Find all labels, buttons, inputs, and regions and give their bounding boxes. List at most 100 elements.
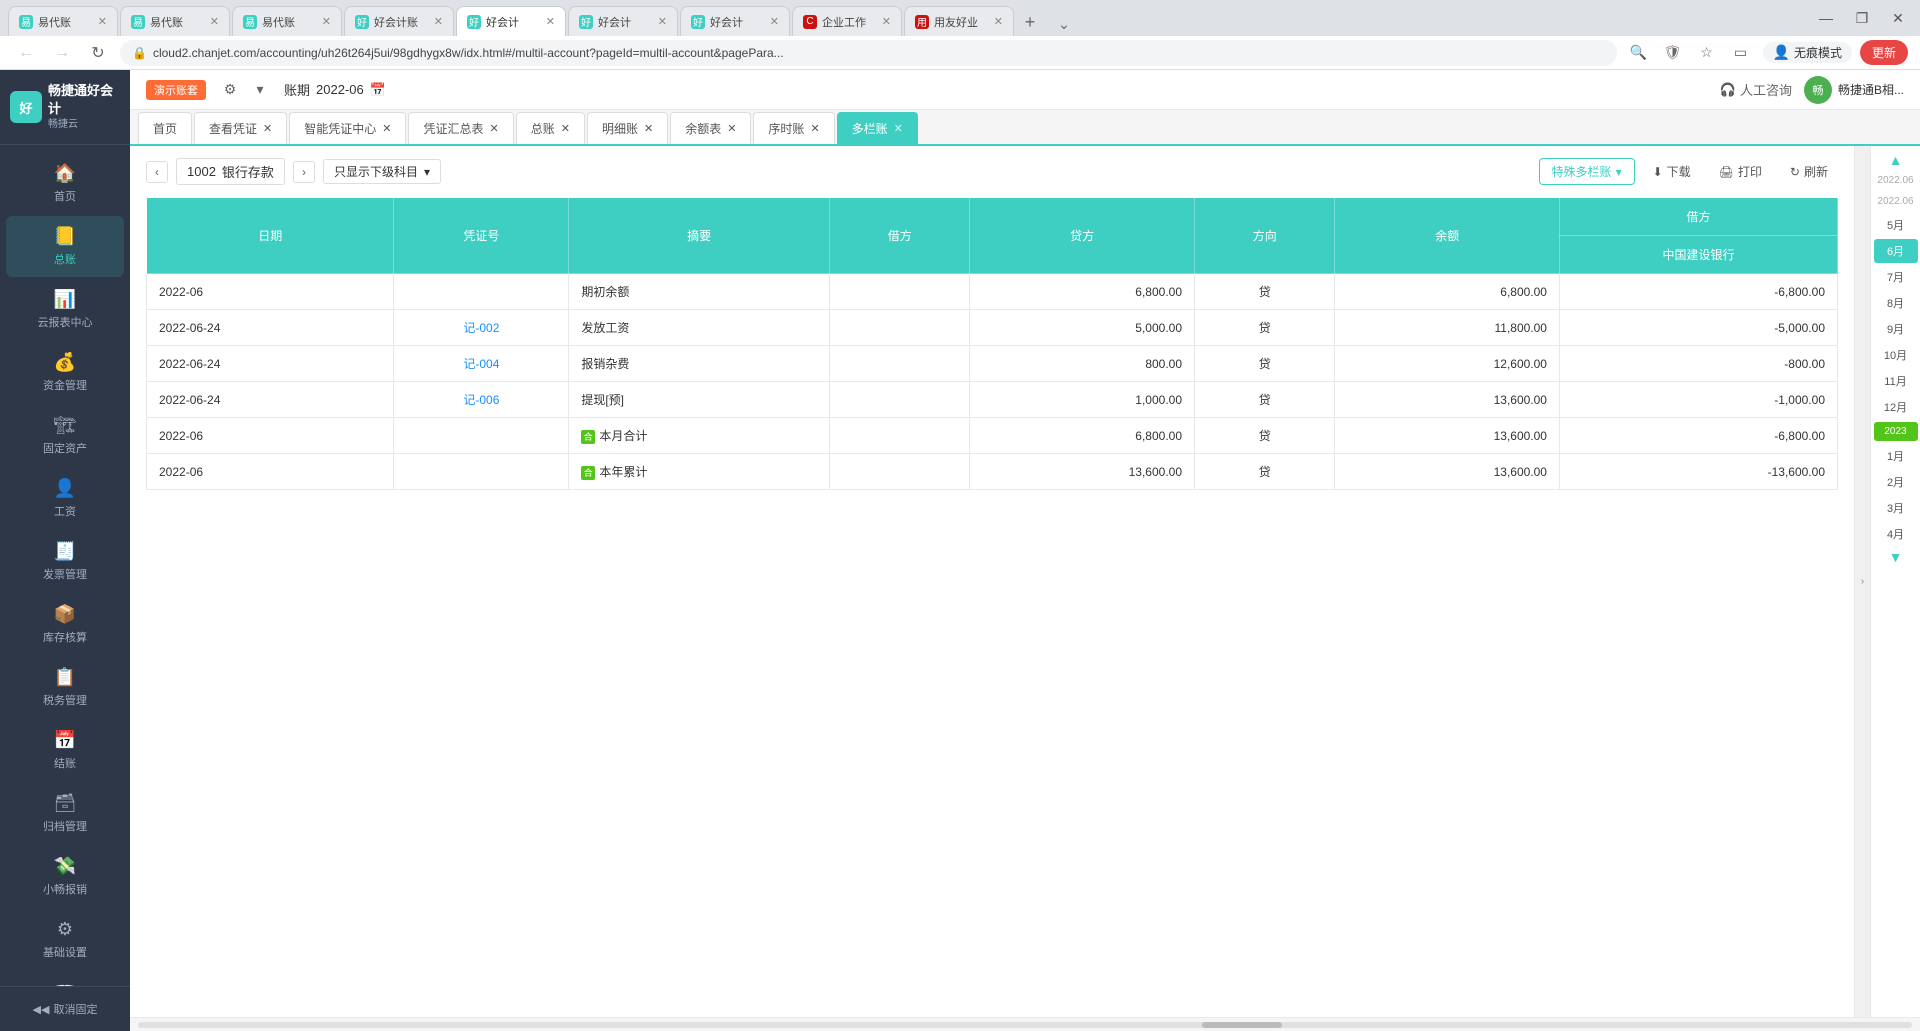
rs-item-july[interactable]: 7月 <box>1874 265 1918 289</box>
close-button[interactable]: ✕ <box>1884 4 1912 32</box>
rs-scroll-up[interactable]: ▲ <box>1880 150 1912 170</box>
settings-topbar-icon[interactable]: ⚙ <box>218 78 242 102</box>
sidebar-item-settings[interactable]: ⚙ 基础设置 <box>6 909 124 970</box>
star-icon[interactable]: ☆ <box>1693 39 1721 67</box>
tab-list-button[interactable]: ⌄ <box>1052 12 1076 36</box>
sidebar-item-invoice[interactable]: 🧾 发票管理 <box>6 531 124 592</box>
browser-tab-1[interactable]: 易 易代账 ✕ <box>8 6 118 36</box>
rs-item-sep[interactable]: 9月 <box>1874 317 1918 341</box>
tab-close-1[interactable]: ✕ <box>98 15 107 28</box>
tab-general-ledger[interactable]: 总账 ✕ <box>516 112 585 144</box>
update-button[interactable]: 更新 <box>1860 40 1908 65</box>
sidebar-panel-icon[interactable]: ▭ <box>1727 39 1755 67</box>
sidebar-item-tax[interactable]: 📋 税务管理 <box>6 657 124 718</box>
sidebar-item-home[interactable]: 🏠 首页 <box>6 153 124 214</box>
account-next-button[interactable]: › <box>293 161 315 183</box>
refresh-nav-button[interactable]: ↻ <box>84 39 112 67</box>
rs-item-nov[interactable]: 11月 <box>1874 369 1918 393</box>
voucher-link[interactable]: 记-004 <box>463 357 499 371</box>
new-tab-button[interactable]: + <box>1016 8 1044 36</box>
rs-item-june[interactable]: 6月 <box>1874 239 1918 263</box>
tab-journal[interactable]: 序时账 ✕ <box>753 112 834 144</box>
rs-item-mar[interactable]: 3月 <box>1874 496 1918 520</box>
tab-close-6[interactable]: ✕ <box>658 15 667 28</box>
tab-intelligent[interactable]: 智能凭证中心 ✕ <box>289 112 406 144</box>
bottom-scrollbar[interactable] <box>130 1017 1920 1031</box>
calendar-icon[interactable]: 📅 <box>370 82 386 98</box>
tab-journal-close[interactable]: ✕ <box>810 122 819 135</box>
print-button[interactable]: 🖨 打印 <box>1709 159 1772 184</box>
search-icon[interactable]: 🔍 <box>1625 39 1653 67</box>
unpin-button[interactable]: ◀◀ 取消固定 <box>6 995 124 1023</box>
sidebar-item-archive[interactable]: 🗃 归档管理 <box>6 783 124 844</box>
restore-button[interactable]: ❐ <box>1848 4 1876 32</box>
sidebar-item-reports[interactable]: 📊 云报表中心 <box>6 279 124 340</box>
tab-close-9[interactable]: ✕ <box>994 15 1003 28</box>
browser-tab-4[interactable]: 好 好会计账 ✕ <box>344 6 454 36</box>
browser-tab-2[interactable]: 易 易代账 ✕ <box>120 6 230 36</box>
tab-balance[interactable]: 余额表 ✕ <box>670 112 751 144</box>
browser-tab-7[interactable]: 好 好会计 ✕ <box>680 6 790 36</box>
filter-dropdown[interactable]: 只显示下级科目 ▾ <box>323 159 441 184</box>
tab-detail-ledger-close[interactable]: ✕ <box>644 122 653 135</box>
rs-item-feb[interactable]: 2月 <box>1874 470 1918 494</box>
account-prev-button[interactable]: ‹ <box>146 161 168 183</box>
cell-voucher[interactable]: 记-006 <box>394 382 569 418</box>
rs-item-aug[interactable]: 8月 <box>1874 291 1918 315</box>
table-refresh-button[interactable]: ↻ 刷新 <box>1780 159 1838 184</box>
rs-item-2022-06-1[interactable]: 2022.06 <box>1874 171 1918 190</box>
sidebar-item-funds[interactable]: 💰 资金管理 <box>6 342 124 403</box>
rs-item-jan[interactable]: 1月 <box>1874 444 1918 468</box>
forward-button[interactable]: → <box>48 39 76 67</box>
tab-voucher-summary[interactable]: 凭证汇总表 ✕ <box>408 112 513 144</box>
tab-close-5[interactable]: ✕ <box>546 15 555 28</box>
voucher-link[interactable]: 记-002 <box>463 321 499 335</box>
rs-item-dec[interactable]: 12月 <box>1874 395 1918 419</box>
sidebar-item-assets[interactable]: 🏗 固定资产 <box>6 405 124 466</box>
rs-item-2022-06-2[interactable]: 2022.06 <box>1874 192 1918 211</box>
rs-item-oct[interactable]: 10月 <box>1874 343 1918 367</box>
rs-scroll-down[interactable]: ▼ <box>1880 547 1912 567</box>
rs-item-may[interactable]: 5月 <box>1874 213 1918 237</box>
cell-voucher[interactable]: 记-002 <box>394 310 569 346</box>
multi-column-button[interactable]: 特殊多栏账 ▾ <box>1539 158 1635 185</box>
cell-voucher[interactable]: 记-004 <box>394 346 569 382</box>
back-button[interactable]: ← <box>12 39 40 67</box>
account-code-box[interactable]: 1002 银行存款 <box>176 158 285 185</box>
tab-close-8[interactable]: ✕ <box>882 15 891 28</box>
shield-icon[interactable]: 🛡 <box>1659 39 1687 67</box>
tab-home[interactable]: 首页 <box>138 112 192 144</box>
rs-item-apr[interactable]: 4月 <box>1874 522 1918 546</box>
sidebar-item-expense[interactable]: 💸 小畅报销 <box>6 846 124 907</box>
tab-voucher-close[interactable]: ✕ <box>263 122 272 135</box>
browser-tab-3[interactable]: 易 易代账 ✕ <box>232 6 342 36</box>
sidebar-item-closing[interactable]: 📅 结账 <box>6 720 124 781</box>
sidebar-item-inventory[interactable]: 📦 库存核算 <box>6 594 124 655</box>
tab-close-4[interactable]: ✕ <box>434 15 443 28</box>
sidebar-item-payroll[interactable]: 👤 工资 <box>6 468 124 529</box>
customer-service[interactable]: 🎧 人工咨询 <box>1720 80 1792 99</box>
tab-voucher-summary-close[interactable]: ✕ <box>490 122 499 135</box>
tab-close-2[interactable]: ✕ <box>210 15 219 28</box>
tab-close-3[interactable]: ✕ <box>322 15 331 28</box>
user-profile[interactable]: 👤 无痕模式 <box>1763 42 1852 63</box>
tab-detail-ledger[interactable]: 明细账 ✕ <box>587 112 668 144</box>
browser-tab-6[interactable]: 好 好会计 ✕ <box>568 6 678 36</box>
tab-multicolumn[interactable]: 多栏账 ✕ <box>837 112 918 144</box>
sidebar-item-ledger[interactable]: 📒 总账 <box>6 216 124 277</box>
tab-intelligent-close[interactable]: ✕ <box>382 122 391 135</box>
dropdown-topbar-icon[interactable]: ▾ <box>248 78 272 102</box>
url-bar[interactable]: 🔒 cloud2.chanjet.com/accounting/uh26t264… <box>120 40 1617 66</box>
browser-tab-5[interactable]: 好 好会计 ✕ <box>456 6 566 36</box>
voucher-link[interactable]: 记-006 <box>463 393 499 407</box>
browser-tab-8[interactable]: C 企业工作 ✕ <box>792 6 902 36</box>
minimize-button[interactable]: — <box>1812 4 1840 32</box>
tab-multicolumn-close[interactable]: ✕ <box>894 122 903 135</box>
tab-voucher[interactable]: 查看凭证 ✕ <box>194 112 287 144</box>
download-button[interactable]: ⬇ 下载 <box>1643 159 1701 184</box>
sidebar-item-guide[interactable]: 📖 新手引导 <box>6 972 124 986</box>
tab-general-ledger-close[interactable]: ✕ <box>561 122 570 135</box>
tab-close-7[interactable]: ✕ <box>770 15 779 28</box>
collapse-handle[interactable]: › <box>1854 146 1870 1017</box>
browser-tab-9[interactable]: 用 用友好业 ✕ <box>904 6 1014 36</box>
